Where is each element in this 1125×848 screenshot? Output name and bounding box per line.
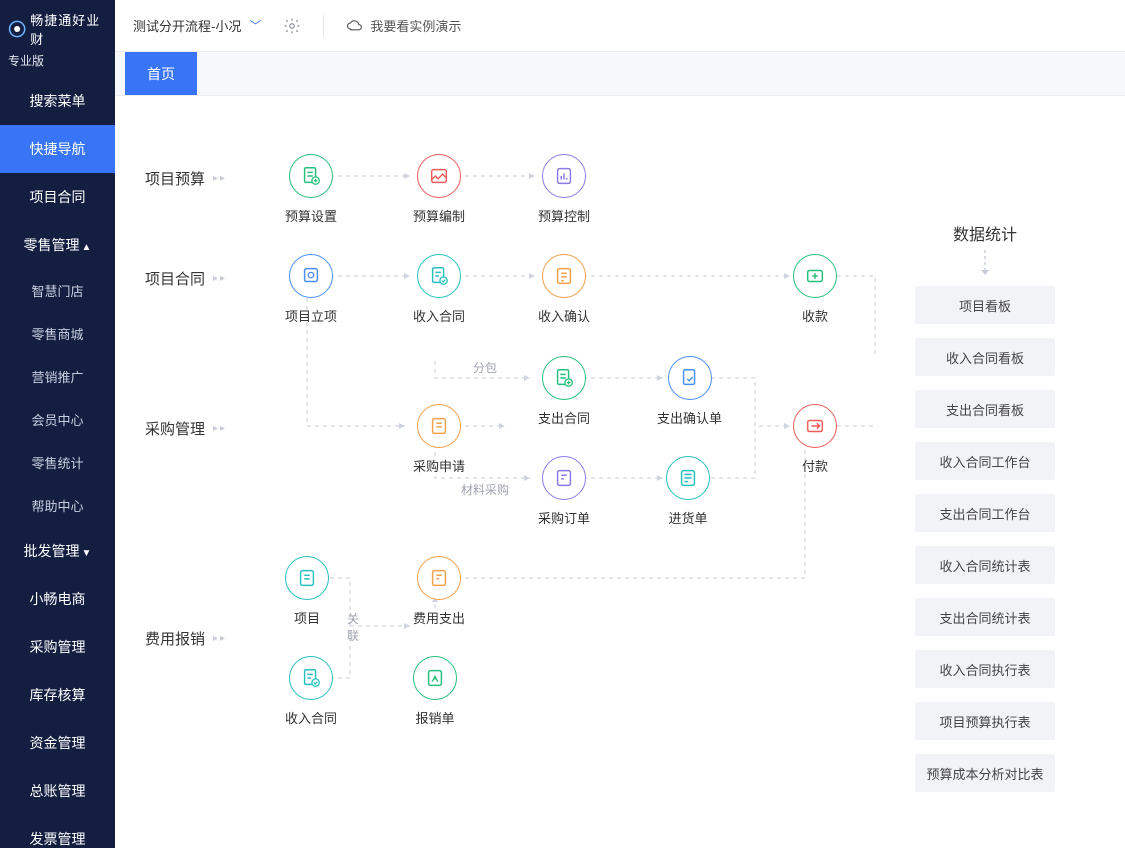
edition-label: 专业版 <box>0 52 115 77</box>
goods-icon <box>677 467 699 489</box>
sidebar-item-5[interactable]: 营销推广 <box>0 355 115 398</box>
sidebar-item-8[interactable]: 帮助中心 <box>0 484 115 527</box>
tabs: 首页 <box>115 52 1125 96</box>
sidebar: 畅捷通好业财 专业版 搜索菜单 快捷导航项目合同零售管理▲智慧门店零售商城营销推… <box>0 0 115 848</box>
stat-button-2[interactable]: 支出合同看板 <box>915 390 1055 428</box>
sidebar-item-4[interactable]: 零售商城 <box>0 312 115 355</box>
sidebar-item-12[interactable]: 库存核算 <box>0 671 115 719</box>
node-expense-contract[interactable]: 支出合同 <box>538 356 590 427</box>
node-budget-control[interactable]: 预算控制 <box>538 154 590 225</box>
doc-ok-icon <box>679 367 701 389</box>
org-selector[interactable]: 测试分开流程-小况 ﹀ <box>133 16 261 35</box>
sidebar-item-0[interactable]: 快捷导航 <box>0 125 115 173</box>
org-name: 测试分开流程-小况 <box>133 16 241 35</box>
stat-button-4[interactable]: 支出合同工作台 <box>915 494 1055 532</box>
sidebar-item-10[interactable]: 小畅电商 <box>0 575 115 623</box>
node-income-contract[interactable]: 收入合同 <box>413 254 465 325</box>
topbar: 测试分开流程-小况 ﹀ 我要看实例演示 <box>115 0 1125 52</box>
label-material: 材料采购 <box>461 481 509 498</box>
expense-icon <box>428 567 450 589</box>
sidebar-item-15[interactable]: 发票管理 <box>0 815 115 848</box>
section-expense: 费用报销▸▸ <box>145 628 227 649</box>
section-contract: 项目合同▸▸ <box>145 268 227 289</box>
stat-button-7[interactable]: 收入合同执行表 <box>915 650 1055 688</box>
sidebar-item-14[interactable]: 总账管理 <box>0 767 115 815</box>
node-purchase-req[interactable]: 采购申请 <box>413 404 465 475</box>
sidebar-item-9[interactable]: 批发管理▼ <box>0 527 115 575</box>
flow-canvas: 项目预算▸▸ 项目合同▸▸ 采购管理▸▸ 费用报销▸▸ 预算设置 预算编制 预算… <box>135 116 1105 848</box>
node-goods-receipt[interactable]: 进货单 <box>666 456 710 527</box>
stat-button-1[interactable]: 收入合同看板 <box>915 338 1055 376</box>
brand-name: 畅捷通好业财 <box>30 10 107 48</box>
section-budget: 项目预算▸▸ <box>145 168 227 189</box>
order-icon <box>553 467 575 489</box>
logo: 畅捷通好业财 <box>0 0 115 52</box>
stat-button-9[interactable]: 预算成本分析对比表 <box>915 754 1055 792</box>
node-payment[interactable]: 付款 <box>793 404 837 475</box>
node-receipt[interactable]: 收款 <box>793 254 837 325</box>
arrow-down-icon <box>977 248 993 278</box>
doc-add-icon <box>553 367 575 389</box>
gear-icon[interactable] <box>283 17 301 35</box>
node-income-confirm[interactable]: 收入确认 <box>538 254 590 325</box>
stats-title: 数据统计 <box>953 221 1017 245</box>
doc-check-icon <box>428 265 450 287</box>
sidebar-item-3[interactable]: 智慧门店 <box>0 269 115 312</box>
stat-button-0[interactable]: 项目看板 <box>915 286 1055 324</box>
stat-button-8[interactable]: 项目预算执行表 <box>915 702 1055 740</box>
payment-out-icon <box>804 415 826 437</box>
node-project[interactable]: 项目 <box>285 556 329 627</box>
sidebar-item-2[interactable]: 零售管理▲ <box>0 221 115 269</box>
brand-logo-icon <box>8 19 26 39</box>
node-budget-compile[interactable]: 预算编制 <box>413 154 465 225</box>
content: 项目预算▸▸ 项目合同▸▸ 采购管理▸▸ 费用报销▸▸ 预算设置 预算编制 预算… <box>115 96 1125 848</box>
sidebar-item-1[interactable]: 项目合同 <box>0 173 115 221</box>
demo-label: 我要看实例演示 <box>370 16 461 35</box>
payment-in-icon <box>804 265 826 287</box>
caret-icon: ▲ <box>82 242 92 253</box>
demo-link[interactable]: 我要看实例演示 <box>346 16 461 35</box>
receipt-icon <box>553 265 575 287</box>
cloud-icon <box>346 17 364 35</box>
stat-button-5[interactable]: 收入合同统计表 <box>915 546 1055 584</box>
sidebar-item-11[interactable]: 采购管理 <box>0 623 115 671</box>
doc-add-icon <box>300 165 322 187</box>
node-expense-out[interactable]: 费用支出 <box>413 556 465 627</box>
node-budget-setup[interactable]: 预算设置 <box>285 154 337 225</box>
project-icon <box>296 567 318 589</box>
section-purchase: 采购管理▸▸ <box>145 418 227 439</box>
stat-button-6[interactable]: 支出合同统计表 <box>915 598 1055 636</box>
tab-home[interactable]: 首页 <box>125 52 197 95</box>
node-reimburse[interactable]: 报销单 <box>413 656 457 727</box>
stamp-icon <box>300 265 322 287</box>
image-icon <box>428 165 450 187</box>
doc-check-icon <box>300 667 322 689</box>
label-relation: 关 联 <box>347 611 359 645</box>
node-project-init[interactable]: 项目立项 <box>285 254 337 325</box>
caret-icon: ▼ <box>82 548 92 559</box>
sidebar-menu: 搜索菜单 快捷导航项目合同零售管理▲智慧门店零售商城营销推广会员中心零售统计帮助… <box>0 77 115 848</box>
request-icon <box>428 415 450 437</box>
node-expense-confirm[interactable]: 支出确认单 <box>657 356 722 427</box>
sidebar-item-7[interactable]: 零售统计 <box>0 441 115 484</box>
divider <box>323 15 324 37</box>
sidebar-item-13[interactable]: 资金管理 <box>0 719 115 767</box>
sidebar-item-6[interactable]: 会员中心 <box>0 398 115 441</box>
reimburse-icon <box>424 667 446 689</box>
stat-button-3[interactable]: 收入合同工作台 <box>915 442 1055 480</box>
node-income-contract-2[interactable]: 收入合同 <box>285 656 337 727</box>
chevron-down-icon: ﹀ <box>249 17 261 34</box>
node-purchase-order[interactable]: 采购订单 <box>538 456 590 527</box>
label-subcontract: 分包 <box>473 359 497 376</box>
main: 测试分开流程-小况 ﹀ 我要看实例演示 首页 <box>115 0 1125 848</box>
sidebar-search[interactable]: 搜索菜单 <box>0 77 115 125</box>
chart-doc-icon <box>553 165 575 187</box>
